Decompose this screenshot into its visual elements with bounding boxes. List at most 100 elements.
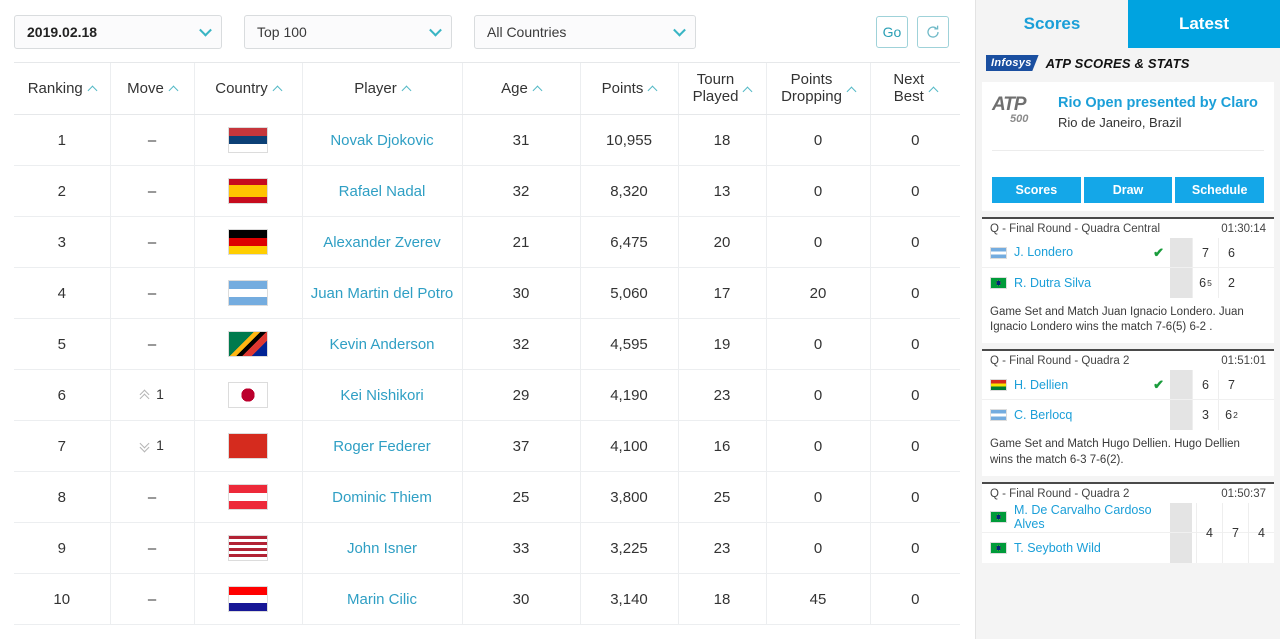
cell-points[interactable]: 4,100 [579,420,678,472]
cell-country [193,522,302,574]
cell-points[interactable]: 3,140 [579,573,678,625]
match-commentary: Game Set and Match Hugo Dellien. Hugo De… [990,438,1240,466]
column-header-points[interactable]: Points [579,62,678,115]
atp-logo-icon: ATP 500 [992,94,1048,128]
column-header-country[interactable]: Country [193,62,302,115]
player-link[interactable]: Rafael Nadal [339,183,426,200]
cell-points-dropping: 45 [765,573,870,625]
cell-tourn-played[interactable]: 25 [677,471,766,523]
cell-ranking: 8 [14,471,110,523]
sort-chevron-up-icon[interactable] [846,86,857,96]
move-count: 1 [156,437,164,454]
cell-points[interactable]: 3,225 [579,522,678,574]
set-score: 7 [1222,502,1248,563]
cell-ranking: 2 [14,165,110,217]
cell-tourn-played[interactable]: 13 [677,165,766,217]
sort-chevron-up-icon[interactable] [168,86,179,96]
cell-points-dropping: 0 [765,369,870,421]
tournament-info: Rio Open presented by Claro Rio de Janei… [1058,94,1258,130]
player-link[interactable]: John Isner [347,540,417,557]
cell-ranking: 9 [14,522,110,574]
tournament-name[interactable]: Rio Open presented by Claro [1058,94,1258,112]
date-select[interactable]: 2019.02.18 [14,15,222,49]
infosys-tagline: ATP SCORES & STATS [1045,55,1190,71]
cell-age: 30 [461,267,580,319]
merged-set-scores: 474 [1196,502,1274,563]
tournament-scores-button[interactable]: Scores [992,177,1081,204]
cell-points[interactable]: 4,595 [579,318,678,370]
sort-chevron-up-icon[interactable] [272,86,283,96]
player-link[interactable]: Dominic Thiem [332,489,432,506]
match-player-name[interactable]: H. Dellien [1014,378,1068,392]
match-player-name[interactable]: C. Berlocq [1014,408,1072,422]
player-link[interactable]: Marin Cilic [347,591,417,608]
flag-icon-brazil [990,511,1007,524]
go-button[interactable]: Go [876,16,908,48]
tournament-schedule-button[interactable]: Schedule [1175,177,1265,204]
tournament-draw-button[interactable]: Draw [1083,177,1173,204]
sort-chevron-up-icon[interactable] [742,86,753,96]
cell-points[interactable]: 3,800 [579,471,678,523]
chevron-down-icon [673,23,686,37]
sort-chevron-up-icon[interactable] [532,86,543,96]
cell-tourn-played[interactable]: 17 [677,267,766,319]
column-header-ranking[interactable]: Ranking [14,62,110,115]
match-player-name[interactable]: M. De Carvalho Cardoso Alves [1014,503,1170,532]
cell-move: 1 [109,420,194,472]
column-header-move[interactable]: Move [109,62,194,115]
cell-tourn-played[interactable]: 23 [677,369,766,421]
cell-points[interactable]: 4,190 [579,369,678,421]
column-header-player[interactable]: Player [301,62,462,115]
cell-country [193,114,302,166]
cell-country [193,573,302,625]
column-header-age[interactable]: Age [461,62,580,115]
player-link[interactable]: Kei Nishikori [340,387,423,404]
refresh-icon [927,25,939,38]
set-score: 6 [1218,238,1244,268]
sort-chevron-up-icon[interactable] [928,86,939,96]
cell-points[interactable]: 8,320 [579,165,678,217]
match-player-name[interactable]: R. Dutra Silva [1014,276,1091,290]
cell-points[interactable]: 6,475 [579,216,678,268]
player-link[interactable]: Novak Djokovic [330,132,433,149]
player-link[interactable]: Roger Federer [333,438,431,455]
match-list: Q - Final Round - Quadra Central 01:30:14… [976,211,1280,639]
cell-tourn-played[interactable]: 16 [677,420,766,472]
tab-latest[interactable]: Latest [1128,0,1280,48]
match-player-name[interactable]: T. Seyboth Wild [1014,541,1101,555]
sort-chevron-up-icon[interactable] [647,86,658,96]
flag-icon-argentina [990,409,1007,422]
player-link[interactable]: Alexander Zverev [323,234,441,251]
column-header-tourn-played[interactable]: Tourn Played [677,62,766,115]
tab-scores[interactable]: Scores [976,0,1128,48]
match-card[interactable]: Q - Final Round - Quadra 2 01:50:37 M. De … [982,481,1274,563]
sort-chevron-up-icon[interactable] [87,86,98,96]
cell-tourn-played[interactable]: 18 [677,114,766,166]
cell-ranking: 3 [14,216,110,268]
match-player-name[interactable]: J. Londero [1014,245,1073,259]
rank-range-select[interactable]: Top 100 [244,15,452,49]
move-none-icon: – [147,284,157,302]
cell-points[interactable]: 10,955 [579,114,678,166]
player-link[interactable]: Juan Martin del Potro [311,285,454,302]
column-header-next-best[interactable]: Next Best [869,62,960,115]
cell-points[interactable]: 5,060 [579,267,678,319]
column-header-points-dropping[interactable]: Points Dropping [765,62,870,115]
set-score: 2 [1218,268,1244,299]
match-card[interactable]: Q - Final Round - Quadra Central 01:30:14… [982,217,1274,344]
flag-icon-austria [228,484,268,510]
player-link[interactable]: Kevin Anderson [329,336,434,353]
match-card[interactable]: Q - Final Round - Quadra 2 01:51:01 H. Del… [982,349,1274,476]
country-select[interactable]: All Countries [474,15,696,49]
cell-tourn-played[interactable]: 23 [677,522,766,574]
table-row: 10 – Marin Cilic 30 3,140 18 45 0 [14,573,960,625]
cell-tourn-played[interactable]: 19 [677,318,766,370]
cell-tourn-played[interactable]: 20 [677,216,766,268]
filter-bar: 2019.02.18 Top 100 All Countries Go [0,0,975,62]
cell-tourn-played[interactable]: 18 [677,573,766,625]
table-row: 2– Rafael Nadal 32 8,320 13 0 0 [14,165,960,217]
sort-chevron-up-icon[interactable] [401,86,412,96]
move-none-icon: – [147,539,157,557]
refresh-button[interactable] [917,16,949,48]
match-player: H. Dellien ✔ [982,377,1170,393]
